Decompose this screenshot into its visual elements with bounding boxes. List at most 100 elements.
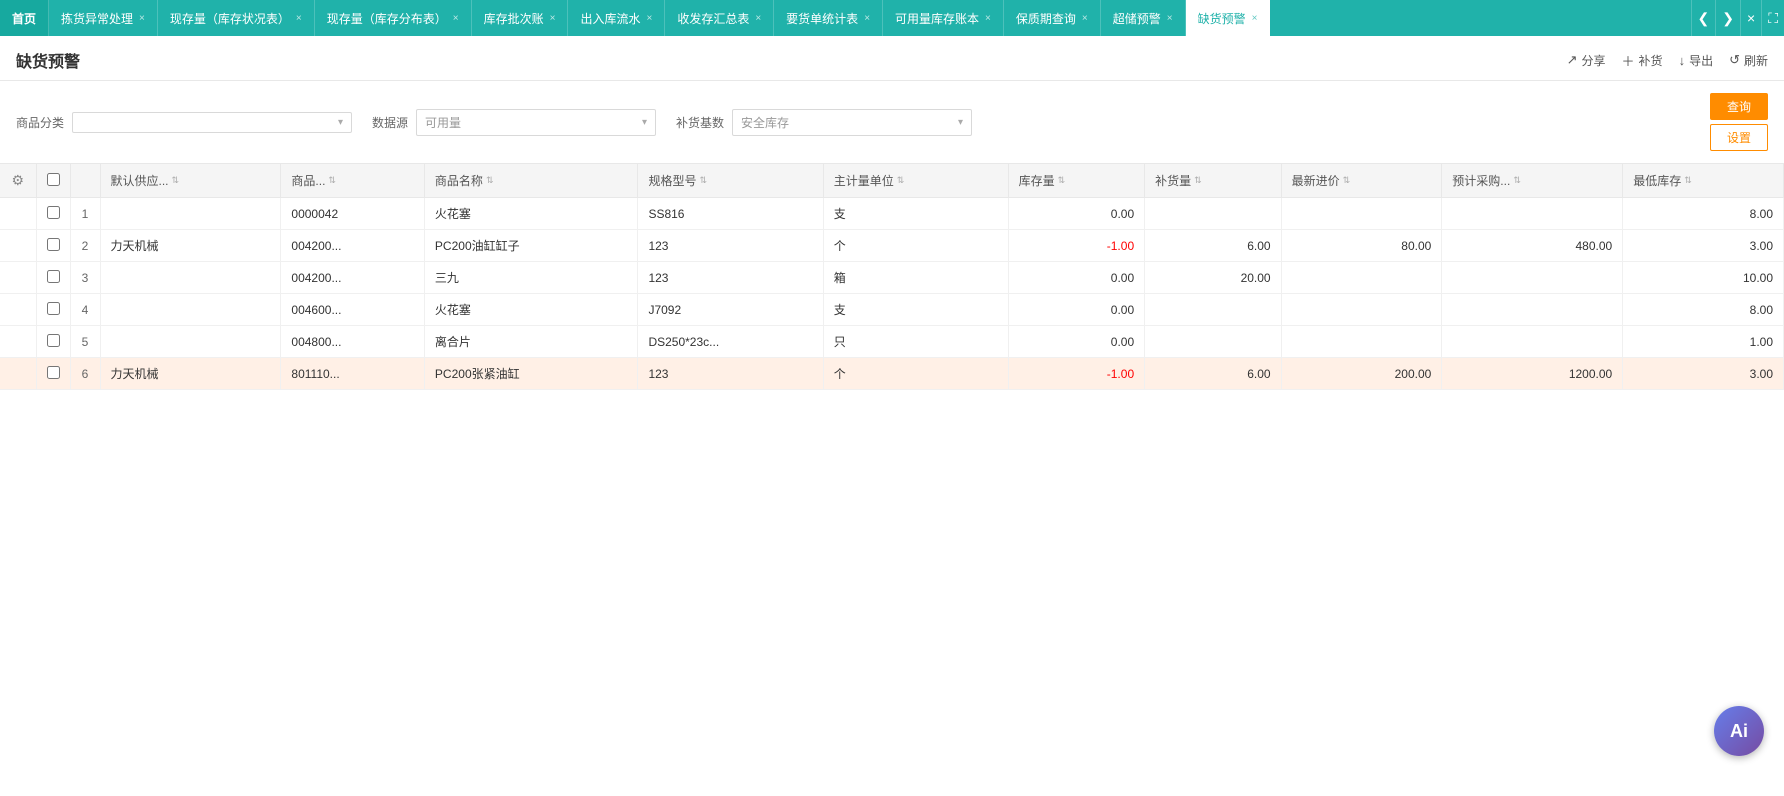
tab-overstock-close[interactable]: × xyxy=(1167,13,1173,24)
filter-actions: 查询 设置 xyxy=(1710,93,1768,151)
row-min-stock-cell: 8.00 xyxy=(1623,294,1784,326)
datasource-select[interactable]: 可用量 ▾ xyxy=(416,109,656,136)
col-product-name-label: 商品名称 xyxy=(435,172,483,189)
row-checkbox-cell[interactable] xyxy=(36,230,70,262)
row-product-code-cell: 801110... xyxy=(281,358,425,390)
tab-inout-flow-label: 出入库流水 xyxy=(580,10,640,27)
col-min-stock: 最低库存 ⇅ xyxy=(1623,164,1784,198)
col-est-purchase-sort-icon[interactable]: ⇅ xyxy=(1513,175,1521,186)
col-default-supplier-sort-icon[interactable]: ⇅ xyxy=(172,175,180,186)
col-product-code-sort-icon[interactable]: ⇅ xyxy=(328,175,336,186)
col-unit: 主计量单位 ⇅ xyxy=(823,164,1008,198)
row-est-purchase-cell xyxy=(1442,262,1623,294)
tab-inventory-dist-close[interactable]: × xyxy=(453,13,459,24)
row-est-purchase-cell xyxy=(1442,326,1623,358)
tab-expiry-query-close[interactable]: × xyxy=(1082,13,1088,24)
tab-receipt-summary-close[interactable]: × xyxy=(755,13,761,24)
export-button[interactable]: ↓ 导出 xyxy=(1679,52,1714,69)
row-checkbox[interactable] xyxy=(47,366,60,379)
row-checkbox-cell[interactable] xyxy=(36,294,70,326)
replenish-button[interactable]: ＋ 补货 xyxy=(1622,51,1663,70)
col-min-stock-sort-icon[interactable]: ⇅ xyxy=(1684,175,1692,186)
row-checkbox-cell[interactable] xyxy=(36,326,70,358)
tab-demand-stats[interactable]: 要货单统计表 × xyxy=(774,0,883,36)
col-latest-price-sort-icon[interactable]: ⇅ xyxy=(1343,175,1351,186)
col-est-purchase-label: 预计采购... xyxy=(1452,172,1510,189)
row-checkbox[interactable] xyxy=(47,302,60,315)
col-stock-qty-label: 库存量 xyxy=(1019,172,1055,189)
col-spec-sort-icon[interactable]: ⇅ xyxy=(699,175,707,186)
query-button[interactable]: 查询 xyxy=(1710,93,1768,120)
row-checkbox[interactable] xyxy=(47,270,60,283)
row-settings-cell xyxy=(0,294,36,326)
tab-abnormal-label: 拣货异常处理 xyxy=(61,10,133,27)
row-checkbox-cell[interactable] xyxy=(36,262,70,294)
row-checkbox[interactable] xyxy=(47,238,60,251)
settings-button[interactable]: 设置 xyxy=(1710,124,1768,151)
col-product-name-sort-icon[interactable]: ⇅ xyxy=(486,175,494,186)
category-select-arrow-icon: ▾ xyxy=(338,117,343,128)
col-product-name: 商品名称 ⇅ xyxy=(424,164,638,198)
main-content: 缺货预警 ↗ 分享 ＋ 补货 ↓ 导出 ↺ 刷新 商品分类 xyxy=(0,36,1784,796)
tab-shortage[interactable]: 缺货预警 × xyxy=(1186,0,1271,36)
select-all-checkbox[interactable] xyxy=(47,173,60,186)
table-header-row: ⚙ 默认供应... ⇅ 商品... xyxy=(0,164,1784,198)
tab-inventory-status-close[interactable]: × xyxy=(296,13,302,24)
replenish-base-select-value: 安全库存 xyxy=(741,114,958,131)
row-checkbox-cell[interactable] xyxy=(36,358,70,390)
tab-fullscreen-btn[interactable]: ⛶ xyxy=(1761,0,1784,36)
replenish-base-select[interactable]: 安全库存 ▾ xyxy=(732,109,972,136)
row-checkbox[interactable] xyxy=(47,334,60,347)
tab-prev-btn[interactable]: ❮ xyxy=(1691,0,1716,36)
tab-available-ledger-close[interactable]: × xyxy=(985,13,991,24)
row-supplier-cell: 力天机械 xyxy=(100,230,281,262)
replenish-icon: ＋ xyxy=(1622,51,1635,70)
col-replenish-qty-sort-icon[interactable]: ⇅ xyxy=(1194,175,1202,186)
row-unit-cell: 支 xyxy=(823,294,1008,326)
row-checkbox-cell[interactable] xyxy=(36,198,70,230)
row-replenish-qty-cell xyxy=(1145,294,1281,326)
tab-inout-flow-close[interactable]: × xyxy=(646,13,652,24)
col-stock-qty-sort-icon[interactable]: ⇅ xyxy=(1058,175,1066,186)
refresh-button[interactable]: ↺ 刷新 xyxy=(1729,52,1768,69)
tab-inventory-dist[interactable]: 现存量（库存分布表） × xyxy=(315,0,472,36)
row-settings-cell xyxy=(0,230,36,262)
replenish-base-select-arrow-icon: ▾ xyxy=(958,117,963,128)
row-unit-cell: 个 xyxy=(823,358,1008,390)
tab-batch-account[interactable]: 库存批次账 × xyxy=(472,0,569,36)
row-min-stock-cell: 10.00 xyxy=(1623,262,1784,294)
row-product-name-cell: 火花塞 xyxy=(424,198,638,230)
category-filter-group: 商品分类 ▾ xyxy=(16,112,352,133)
col-min-stock-label: 最低库存 xyxy=(1633,172,1681,189)
category-select[interactable]: ▾ xyxy=(72,112,352,133)
share-button[interactable]: ↗ 分享 xyxy=(1567,52,1606,69)
page-title: 缺货预警 xyxy=(16,48,80,72)
row-checkbox[interactable] xyxy=(47,206,60,219)
tab-close-all-btn[interactable]: × xyxy=(1740,0,1761,36)
col-unit-sort-icon[interactable]: ⇅ xyxy=(897,175,905,186)
col-replenish-qty-label: 补货量 xyxy=(1155,172,1191,189)
tab-abnormal-close[interactable]: × xyxy=(139,13,145,24)
tab-demand-stats-close[interactable]: × xyxy=(864,13,870,24)
refresh-icon: ↺ xyxy=(1729,52,1740,68)
row-product-name-cell: 离合片 xyxy=(424,326,638,358)
row-replenish-qty-cell xyxy=(1145,326,1281,358)
row-settings-cell xyxy=(0,198,36,230)
row-spec-cell: 123 xyxy=(638,230,823,262)
tab-shortage-close[interactable]: × xyxy=(1252,13,1258,24)
column-settings-icon[interactable]: ⚙ xyxy=(11,172,24,188)
tab-batch-account-close[interactable]: × xyxy=(550,13,556,24)
replenish-label: 补货 xyxy=(1639,52,1663,69)
tab-expiry-query[interactable]: 保质期查询 × xyxy=(1004,0,1101,36)
tab-abnormal[interactable]: 拣货异常处理 × xyxy=(49,0,158,36)
tab-home-label: 首页 xyxy=(12,10,36,27)
col-stock-qty: 库存量 ⇅ xyxy=(1008,164,1144,198)
tab-inventory-status[interactable]: 现存量（库存状况表） × xyxy=(158,0,315,36)
tab-home[interactable]: 首页 xyxy=(0,0,49,36)
tab-overstock[interactable]: 超储预警 × xyxy=(1101,0,1186,36)
tab-receipt-summary[interactable]: 收发存汇总表 × xyxy=(665,0,774,36)
tab-available-ledger[interactable]: 可用量库存账本 × xyxy=(883,0,1004,36)
tab-inout-flow[interactable]: 出入库流水 × xyxy=(568,0,665,36)
tab-next-btn[interactable]: ❯ xyxy=(1715,0,1740,36)
ai-badge[interactable]: Ai xyxy=(1714,706,1764,756)
